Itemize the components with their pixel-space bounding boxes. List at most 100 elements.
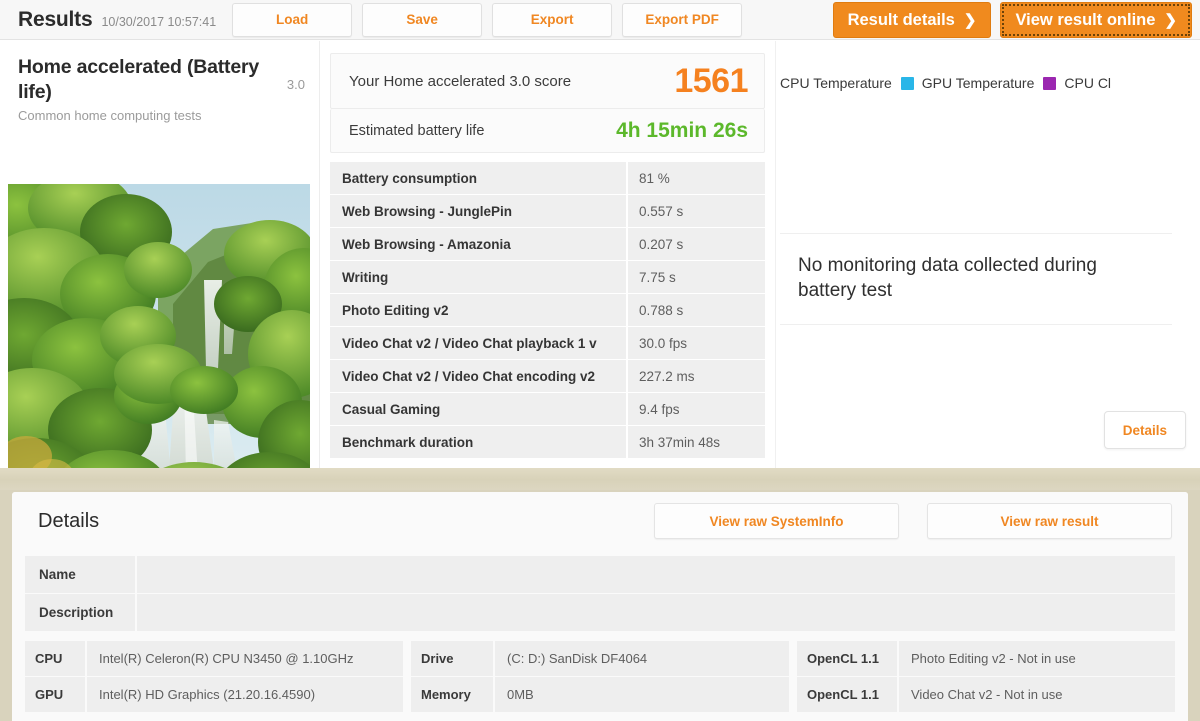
test-version: 3.0 — [286, 77, 305, 92]
legend-item[interactable]: CPU Temperature — [780, 75, 892, 91]
total-score-card: Your Home accelerated 3.0 score 1561 — [330, 53, 765, 109]
export-button[interactable]: Export — [492, 2, 613, 37]
legend-label: CPU Temperature — [780, 75, 892, 91]
view-result-online-button[interactable]: View result online ❯ — [1000, 2, 1192, 38]
header-toolbar: Load Save Export Export PDF — [232, 2, 743, 37]
table-row: CPU Intel(R) Celeron(R) CPU N3450 @ 1.10G… — [25, 641, 403, 676]
table-row: Web Browsing - Amazonia 0.207 s — [330, 228, 765, 260]
metric-value: 227.2 ms — [628, 360, 765, 392]
details-actions: View raw SystemInfo View raw result — [654, 503, 1172, 539]
test-subtitle: Common home computing tests — [18, 107, 202, 123]
test-heading: Home accelerated (Battery life) 3.0 — [0, 55, 319, 105]
view-raw-result-button[interactable]: View raw result — [927, 503, 1172, 539]
metrics-table: Battery consumption 81 % Web Browsing - Ju… — [330, 162, 765, 458]
system-info-key: CPU — [25, 641, 85, 676]
legend-item[interactable]: CPU Cl — [1043, 75, 1111, 91]
header-primary-actions: Result details ❯ View result online ❯ — [832, 2, 1192, 38]
view-result-online-label: View result online — [1015, 10, 1156, 29]
metric-name: Video Chat v2 / Video Chat encoding v2 — [330, 360, 626, 392]
waterfall-jungle-image — [8, 184, 310, 468]
field-label: Description — [25, 594, 135, 631]
battery-life-label: Estimated battery life — [349, 122, 485, 139]
legend-label: CPU Cl — [1064, 75, 1112, 91]
table-row: Battery consumption 81 % — [330, 162, 765, 194]
metric-value: 7.75 s — [628, 261, 765, 293]
results-body: Home accelerated (Battery life) 3.0 Comm… — [0, 41, 1200, 468]
chevron-right-icon: ❯ — [1164, 11, 1177, 29]
field-value[interactable] — [137, 594, 1175, 631]
metric-name: Benchmark duration — [330, 426, 626, 458]
metric-value: 3h 37min 48s — [628, 426, 765, 458]
system-info-value: Intel(R) Celeron(R) CPU N3450 @ 1.10GHz — [87, 641, 403, 676]
metric-name: Video Chat v2 / Video Chat playback 1 v — [330, 327, 626, 359]
table-row: Name — [25, 556, 1175, 593]
monitoring-panel: CPU Temperature GPU Temperature CPU Cl No … — [775, 41, 1200, 468]
table-row: OpenCL 1.1 Video Chat v2 - Not in use — [797, 677, 1175, 712]
system-info-column-2: Drive (C: D:) SanDisk DF4064 Memory 0MB — [411, 641, 789, 713]
table-row: GPU Intel(R) HD Graphics (21.20.16.4590) — [25, 677, 403, 712]
scores-panel: Your Home accelerated 3.0 score 1561 Est… — [320, 41, 775, 468]
view-raw-systeminfo-button[interactable]: View raw SystemInfo — [654, 503, 899, 539]
table-row: Description — [25, 594, 1175, 631]
metric-name: Casual Gaming — [330, 393, 626, 425]
metric-value: 0.557 s — [628, 195, 765, 227]
table-row: Memory 0MB — [411, 677, 789, 712]
test-summary-panel: Home accelerated (Battery life) 3.0 Comm… — [0, 41, 320, 468]
load-button[interactable]: Load — [232, 2, 353, 37]
field-value[interactable] — [137, 556, 1175, 593]
system-info-value: Video Chat v2 - Not in use — [899, 677, 1175, 712]
system-info-key: OpenCL 1.1 — [797, 641, 897, 676]
no-monitoring-data-message: No monitoring data collected during batt… — [798, 255, 1097, 301]
monitoring-details-wrap: Details — [1103, 411, 1186, 449]
legend-item[interactable]: GPU Temperature — [900, 75, 1034, 91]
results-header: Results 10/30/2017 10:57:41 Load Save Ex… — [0, 0, 1200, 40]
result-details-button[interactable]: Result details ❯ — [832, 2, 992, 38]
chevron-right-icon: ❯ — [963, 11, 977, 29]
total-score-label: Your Home accelerated 3.0 score — [349, 72, 572, 90]
metric-name: Web Browsing - Amazonia — [330, 228, 626, 260]
total-score-value: 1561 — [674, 61, 748, 100]
export-pdf-button[interactable]: Export PDF — [622, 2, 743, 37]
test-title: Home accelerated (Battery life) — [18, 56, 260, 103]
system-info-key: OpenCL 1.1 — [797, 677, 897, 712]
result-details-label: Result details — [847, 10, 955, 29]
details-header: Details View raw SystemInfo View raw res… — [12, 492, 1188, 550]
table-row: Casual Gaming 9.4 fps — [330, 393, 765, 425]
page-title: Results — [18, 7, 93, 31]
metric-value: 0.207 s — [628, 228, 765, 260]
legend-color-swatch — [900, 76, 914, 90]
table-row: Benchmark duration 3h 37min 48s — [330, 426, 765, 458]
metric-value: 30.0 fps — [628, 327, 765, 359]
table-row: Video Chat v2 / Video Chat playback 1 v3… — [330, 327, 765, 359]
system-info-table: CPU Intel(R) Celeron(R) CPU N3450 @ 1.10G… — [25, 641, 1175, 713]
system-info-value: 0MB — [495, 677, 789, 712]
table-row: Drive (C: D:) SanDisk DF4064 — [411, 641, 789, 676]
system-info-column-1: CPU Intel(R) Celeron(R) CPU N3450 @ 1.10G… — [25, 641, 403, 713]
metric-value: 0.788 s — [628, 294, 765, 326]
battery-life-value: 4h 15min 26s — [616, 118, 748, 142]
details-title: Details — [38, 509, 100, 532]
metric-value: 9.4 fps — [628, 393, 765, 425]
system-info-key: GPU — [25, 677, 85, 712]
system-info-value: Photo Editing v2 - Not in use — [899, 641, 1175, 676]
system-info-key: Drive — [411, 641, 493, 676]
system-info-value: (C: D:) SanDisk DF4064 — [495, 641, 789, 676]
result-timestamp: 10/30/2017 10:57:41 — [101, 14, 217, 29]
save-button[interactable]: Save — [362, 2, 483, 37]
legend-color-swatch — [1043, 76, 1057, 90]
system-info-value: Intel(R) HD Graphics (21.20.16.4590) — [87, 677, 403, 712]
table-row: Video Chat v2 / Video Chat encoding v2 22… — [330, 360, 765, 392]
details-window: Details View raw SystemInfo View raw res… — [12, 492, 1188, 721]
metric-name: Battery consumption — [330, 162, 626, 194]
system-info-column-3: OpenCL 1.1 Photo Editing v2 - Not in use O… — [797, 641, 1175, 713]
monitoring-details-button[interactable]: Details — [1103, 411, 1186, 449]
field-label: Name — [25, 556, 135, 593]
table-row: Writing 7.75 s — [330, 261, 765, 293]
system-info-key: Memory — [411, 677, 493, 712]
table-row: Web Browsing - JunglePin 0.557 s — [330, 195, 765, 227]
metric-name: Photo Editing v2 — [330, 294, 626, 326]
metric-value: 81 % — [628, 162, 765, 194]
metric-name: Web Browsing - JunglePin — [330, 195, 626, 227]
name-description-table: Name Description — [25, 556, 1175, 631]
results-window: Results 10/30/2017 10:57:41 Load Save Ex… — [0, 0, 1200, 468]
